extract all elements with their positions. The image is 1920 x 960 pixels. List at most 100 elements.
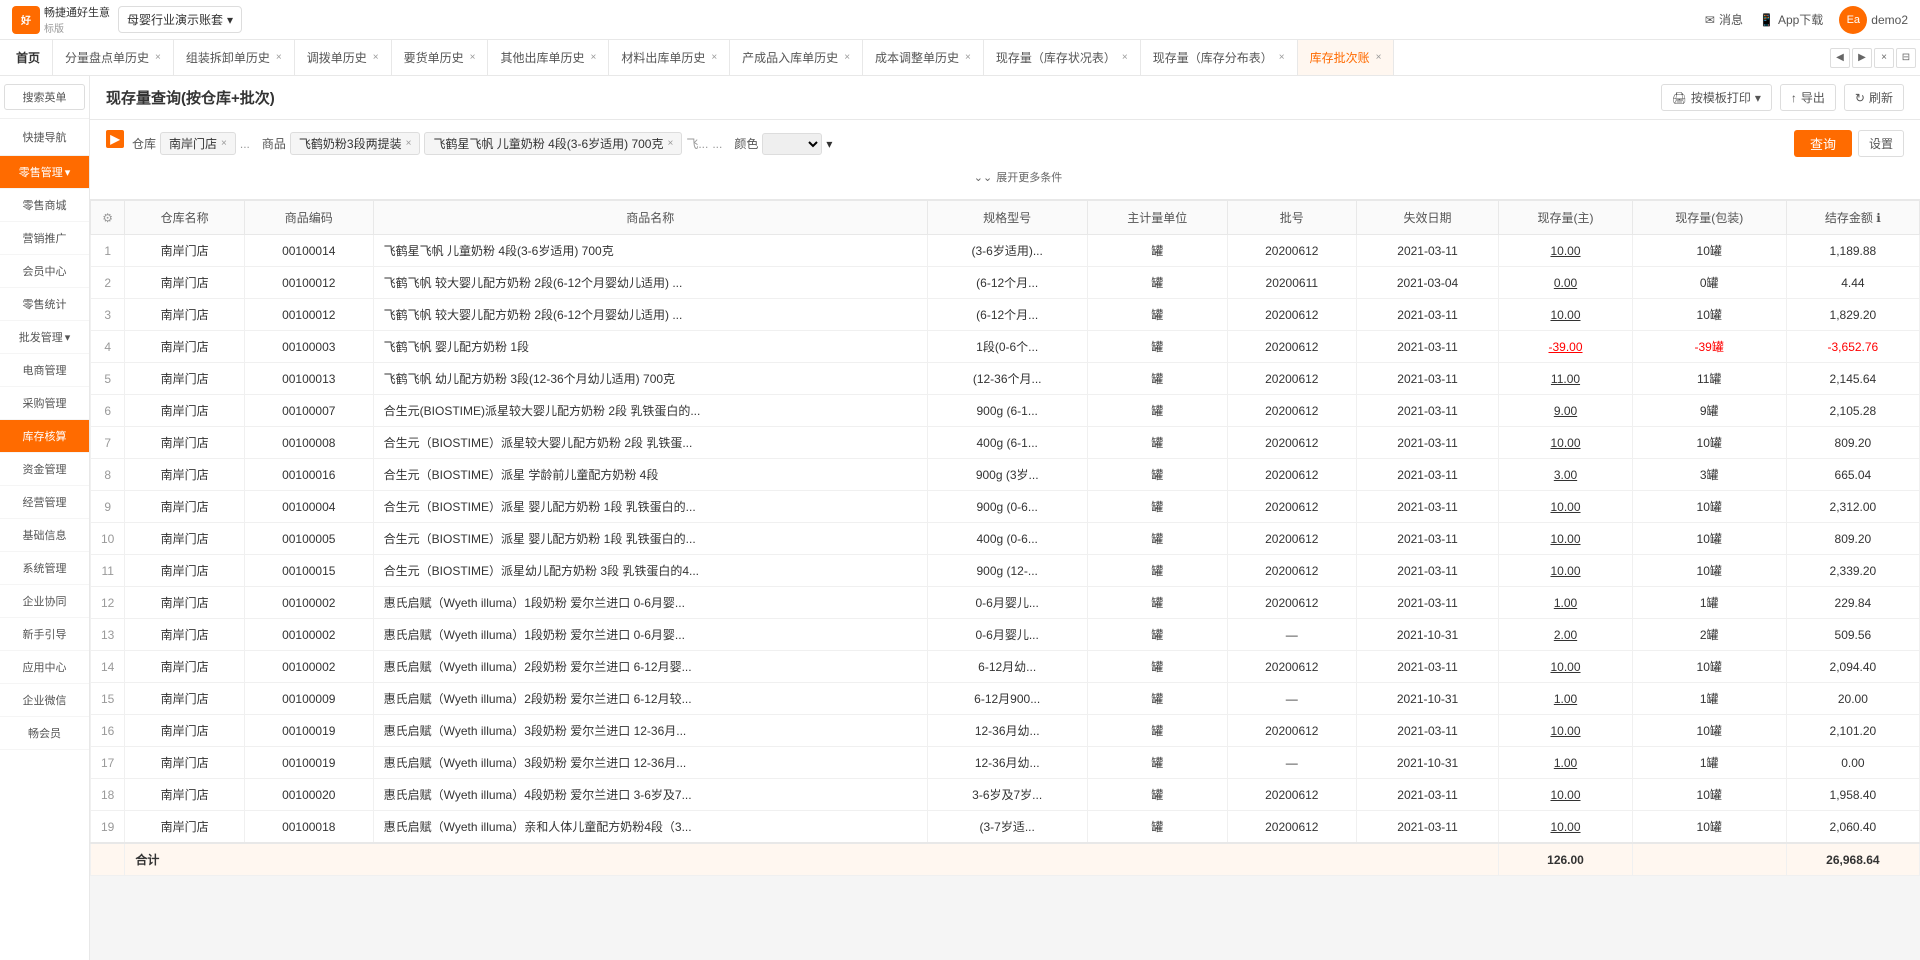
account-selector[interactable]: 母婴行业演示账套 ▾: [118, 6, 242, 33]
row-number: 10: [91, 523, 125, 555]
cell-qty-main[interactable]: 3.00: [1499, 459, 1632, 491]
sidebar-item-purchase[interactable]: 采购管理: [0, 387, 89, 420]
tab-8[interactable]: 现存量（库存状况表） ×: [984, 40, 1141, 76]
sidebar-item-inventory[interactable]: 库存核算: [0, 420, 89, 453]
row-number: 7: [91, 427, 125, 459]
cell-qty-main[interactable]: 0.00: [1499, 267, 1632, 299]
close-icon[interactable]: ×: [1376, 52, 1382, 63]
cell-qty-main[interactable]: 11.00: [1499, 363, 1632, 395]
refresh-button[interactable]: ↻ 刷新: [1844, 84, 1904, 111]
cell-name: 合生元（BIOSTIME）派星 婴儿配方奶粉 1段 乳铁蛋白的...: [373, 523, 927, 555]
sidebar-item-finance[interactable]: 资金管理: [0, 453, 89, 486]
cell-qty-main[interactable]: 10.00: [1499, 235, 1632, 267]
close-icon[interactable]: ×: [965, 52, 971, 63]
close-icon[interactable]: ×: [155, 52, 161, 63]
close-icon[interactable]: ×: [667, 138, 673, 149]
goods-tag-0[interactable]: 飞鹤奶粉3段两提装 ×: [290, 132, 421, 155]
user-profile[interactable]: Ea demo2: [1839, 6, 1908, 34]
nav-menu-arrow[interactable]: ⊟: [1896, 48, 1916, 68]
cell-qty-main[interactable]: 10.00: [1499, 811, 1632, 844]
sidebar-item-cooperation[interactable]: 企业协同: [0, 585, 89, 618]
sidebar-item-retail-stats[interactable]: 零售统计: [0, 288, 89, 321]
filter-toggle-button[interactable]: ▶: [106, 130, 124, 148]
tab-1[interactable]: 组装拆卸单历史 ×: [174, 40, 295, 76]
sidebar-item-retail-management[interactable]: 零售管理 ▾: [0, 156, 89, 189]
cell-qty-main[interactable]: 1.00: [1499, 587, 1632, 619]
expand-more-button[interactable]: ⌄⌄ 展开更多条件: [970, 165, 1066, 189]
cell-qty-main[interactable]: 10.00: [1499, 715, 1632, 747]
sidebar-item-ecommerce[interactable]: 电商管理: [0, 354, 89, 387]
sidebar-item-label: 系统管理: [23, 560, 67, 576]
nav-prev-arrow[interactable]: ◀: [1830, 48, 1850, 68]
close-icon[interactable]: ×: [590, 52, 596, 63]
color-select[interactable]: [762, 133, 822, 155]
nav-next-arrow[interactable]: ▶: [1852, 48, 1872, 68]
goods-more[interactable]: 飞...: [686, 135, 708, 152]
tab-10[interactable]: 库存批次账 ×: [1298, 40, 1395, 76]
cell-qty-main[interactable]: 2.00: [1499, 619, 1632, 651]
sidebar-item-system[interactable]: 系统管理: [0, 552, 89, 585]
sidebar-item-retail-mall[interactable]: 零售商城: [0, 189, 89, 222]
chevron-down-icon: ▾: [826, 137, 832, 151]
cell-qty-main[interactable]: 10.00: [1499, 299, 1632, 331]
cell-qty-main[interactable]: 10.00: [1499, 555, 1632, 587]
export-icon: ↑: [1791, 91, 1797, 105]
close-icon[interactable]: ×: [1279, 52, 1285, 63]
sidebar-item-app-center[interactable]: 应用中心: [0, 651, 89, 684]
quick-nav-button[interactable]: 快捷导航: [0, 123, 89, 151]
tab-6[interactable]: 产成品入库单历史 ×: [730, 40, 863, 76]
cell-qty-main[interactable]: 10.00: [1499, 651, 1632, 683]
close-icon[interactable]: ×: [276, 52, 282, 63]
cell-qty-main[interactable]: 9.00: [1499, 395, 1632, 427]
goods-tag-1[interactable]: 飞鹤星飞帆 儿童奶粉 4段(3-6岁适用) 700克 ×: [424, 132, 682, 155]
sidebar-item-business[interactable]: 经营管理: [0, 486, 89, 519]
sidebar-item-guide[interactable]: 新手引导: [0, 618, 89, 651]
tab-7[interactable]: 成本调整单历史 ×: [863, 40, 984, 76]
search-english-button[interactable]: 搜索英单: [4, 84, 85, 110]
cell-qty-main[interactable]: 10.00: [1499, 491, 1632, 523]
sidebar-item-member[interactable]: 畅会员: [0, 717, 89, 750]
close-icon[interactable]: ×: [1122, 52, 1128, 63]
export-button[interactable]: ↑ 导出: [1780, 84, 1836, 111]
goods-extra-dots[interactable]: ...: [712, 137, 722, 151]
sidebar-item-member-center[interactable]: 会员中心: [0, 255, 89, 288]
col-amount: 结存金额 ℹ: [1786, 201, 1919, 235]
close-icon[interactable]: ×: [844, 52, 850, 63]
message-button[interactable]: ✉ 消息: [1705, 11, 1743, 28]
settings-icon[interactable]: ⚙: [102, 211, 113, 225]
cell-qty-main[interactable]: 10.00: [1499, 427, 1632, 459]
tab-home[interactable]: 首页: [4, 40, 53, 76]
tab-5[interactable]: 材料出库单历史 ×: [609, 40, 730, 76]
sidebar-item-wechat[interactable]: 企业微信: [0, 684, 89, 717]
sidebar-item-marketing[interactable]: 营销推广: [0, 222, 89, 255]
cell-qty-main[interactable]: 10.00: [1499, 779, 1632, 811]
tab-2[interactable]: 调拨单历史 ×: [295, 40, 392, 76]
tab-9[interactable]: 现存量（库存分布表） ×: [1141, 40, 1298, 76]
sidebar-item-basic-info[interactable]: 基础信息: [0, 519, 89, 552]
cell-qty-main[interactable]: -39.00: [1499, 331, 1632, 363]
close-icon[interactable]: ×: [221, 138, 227, 149]
close-icon[interactable]: ×: [373, 52, 379, 63]
settings-button[interactable]: 设置: [1858, 130, 1904, 157]
cell-unit: 罐: [1087, 395, 1227, 427]
close-icon[interactable]: ×: [470, 52, 476, 63]
data-table-container: ⚙ 仓库名称 商品编码 商品名称 规格型号 主计量单位 批号 失效日期 现存量(…: [90, 200, 1920, 876]
cell-qty-main[interactable]: 1.00: [1499, 747, 1632, 779]
close-icon[interactable]: ×: [711, 52, 717, 63]
tab-0[interactable]: 分量盘点单历史 ×: [53, 40, 174, 76]
print-button[interactable]: 🖨 按模板打印 ▾: [1661, 84, 1772, 111]
app-download-button[interactable]: 📱 App下载: [1759, 11, 1823, 28]
nav-close-arrow[interactable]: ×: [1874, 48, 1894, 68]
sidebar-item-label: 经营管理: [23, 494, 67, 510]
cell-code: 00100016: [244, 459, 373, 491]
cell-name: 合生元（BIOSTIME）派星 学龄前儿童配方奶粉 4段: [373, 459, 927, 491]
cell-qty-main[interactable]: 10.00: [1499, 523, 1632, 555]
tab-4[interactable]: 其他出库单历史 ×: [488, 40, 609, 76]
query-button[interactable]: 查询: [1794, 130, 1852, 157]
warehouse-tag[interactable]: 南岸门店 ×: [160, 132, 236, 155]
close-icon[interactable]: ×: [406, 138, 412, 149]
sidebar-item-wholesale[interactable]: 批发管理 ▾: [0, 321, 89, 354]
filter-dots[interactable]: ...: [240, 137, 250, 151]
tab-3[interactable]: 要货单历史 ×: [392, 40, 489, 76]
cell-qty-main[interactable]: 1.00: [1499, 683, 1632, 715]
